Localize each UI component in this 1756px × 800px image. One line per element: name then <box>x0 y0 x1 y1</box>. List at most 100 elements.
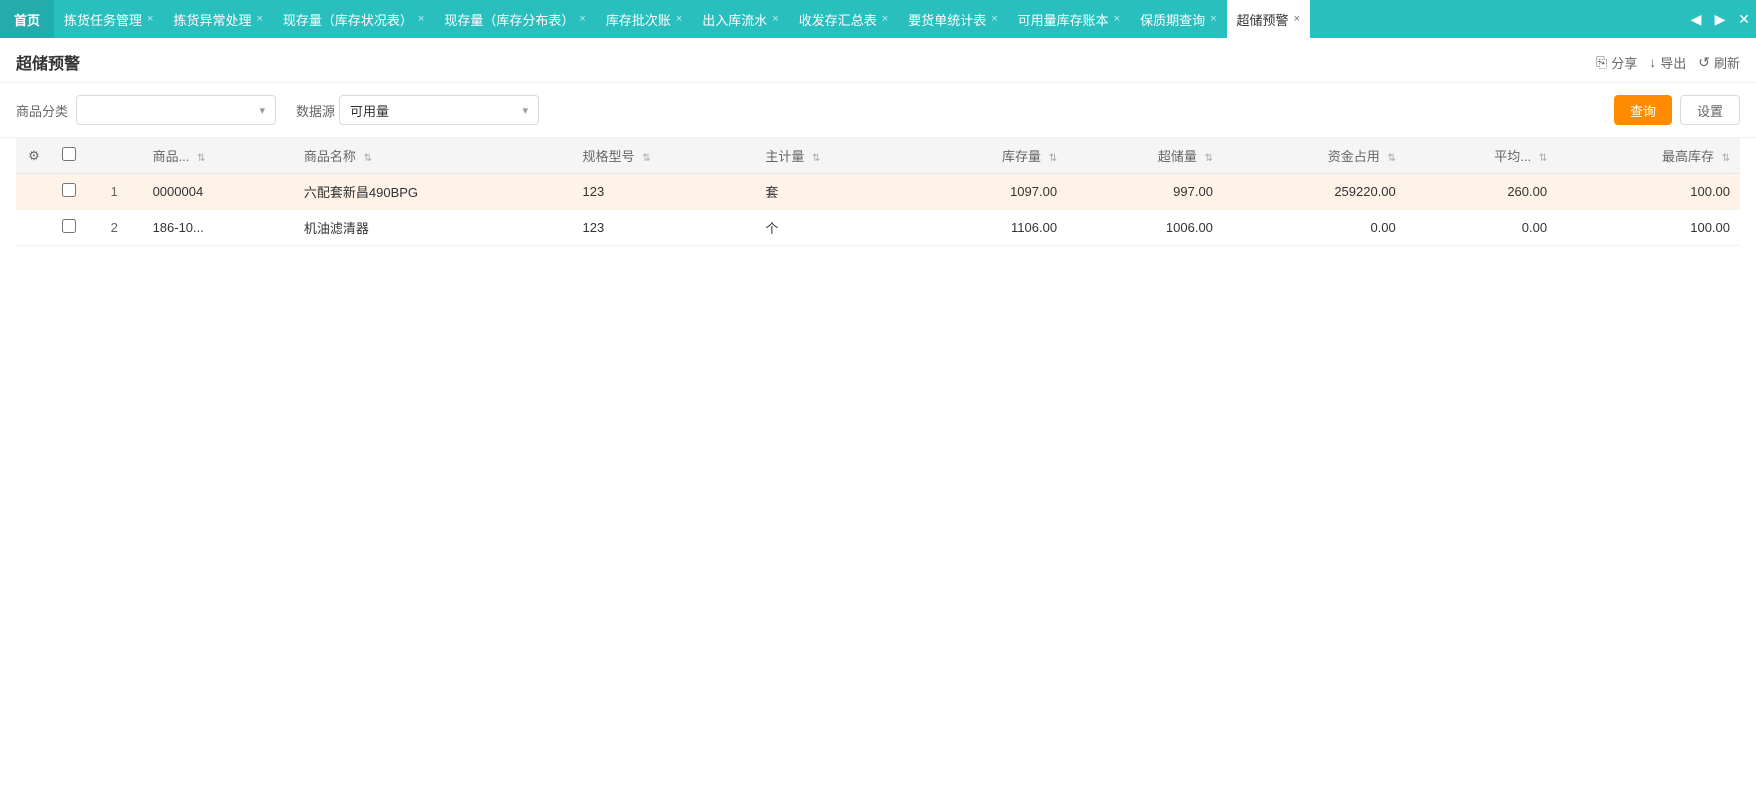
row-overstock: 1006.00 <box>1067 210 1223 246</box>
tab-batch-close[interactable]: × <box>676 13 682 25</box>
table-row: 1 0000004 六配套新昌490BPG 123 套 1097.00 997.… <box>16 174 1740 210</box>
page-content: 超储预警 ⎘ 分享 ↓ 导出 ↺ 刷新 商品分类 ▾ 数据源 <box>0 38 1756 800</box>
refresh-icon: ↺ <box>1698 54 1710 71</box>
settings-button[interactable]: 设置 <box>1680 95 1740 125</box>
row-checkbox[interactable] <box>62 183 76 197</box>
datasource-select-arrow-icon: ▾ <box>523 104 529 117</box>
table-container: ⚙ 商品... ⇅ 商品名称 ⇅ 规格型号 <box>0 138 1756 246</box>
col-product-name-header[interactable]: 商品名称 ⇅ <box>294 138 573 174</box>
query-button[interactable]: 查询 <box>1614 95 1672 125</box>
row-gear-cell <box>16 210 52 246</box>
sort-unit-icon: ⇅ <box>812 153 820 164</box>
category-select-arrow-icon: ▾ <box>259 104 265 117</box>
tab-requisition-close[interactable]: × <box>991 13 997 25</box>
col-stock-header[interactable]: 库存量 ⇅ <box>911 138 1067 174</box>
nav-close-all-button[interactable]: ✕ <box>1732 0 1756 38</box>
sort-product-code-icon: ⇅ <box>197 153 205 164</box>
row-checkbox-cell[interactable] <box>52 174 86 210</box>
tab-batch[interactable]: 库存批次账 × <box>596 0 692 38</box>
tab-warranty[interactable]: 保质期查询 × <box>1130 0 1226 38</box>
export-button[interactable]: ↓ 导出 <box>1649 53 1686 72</box>
tab-flow[interactable]: 出入库流水 × <box>692 0 788 38</box>
row-product-code: 0000004 <box>143 174 294 210</box>
datasource-value: 可用量 <box>350 101 389 120</box>
col-product-code-header[interactable]: 商品... ⇅ <box>143 138 294 174</box>
filter-bar: 商品分类 ▾ 数据源 可用量 ▾ 查询 设置 <box>0 83 1756 138</box>
page-header: 超储预警 ⎘ 分享 ↓ 导出 ↺ 刷新 <box>0 38 1756 83</box>
gear-icon: ⚙ <box>28 148 40 163</box>
nav-next-button[interactable]: ▶ <box>1708 0 1732 38</box>
tab-flow-close[interactable]: × <box>772 13 778 25</box>
col-rownum-header <box>86 138 143 174</box>
category-label: 商品分类 <box>16 101 68 120</box>
select-all-checkbox[interactable] <box>62 147 76 161</box>
refresh-button[interactable]: ↺ 刷新 <box>1698 53 1740 72</box>
header-actions: ⎘ 分享 ↓ 导出 ↺ 刷新 <box>1596 53 1740 72</box>
export-icon: ↓ <box>1649 54 1656 70</box>
tab-requisition[interactable]: 要货单统计表 × <box>898 0 1007 38</box>
row-checkbox[interactable] <box>62 219 76 233</box>
row-number: 2 <box>86 210 143 246</box>
nav-prev-button[interactable]: ◀ <box>1684 0 1708 38</box>
table-body: 1 0000004 六配套新昌490BPG 123 套 1097.00 997.… <box>16 174 1740 246</box>
col-avg-header[interactable]: 平均... ⇅ <box>1406 138 1557 174</box>
tab-picking-abnormal-close[interactable]: × <box>256 13 262 25</box>
row-overstock: 997.00 <box>1067 174 1223 210</box>
tab-collect[interactable]: 收发存汇总表 × <box>789 0 898 38</box>
col-capital-header[interactable]: 资金占用 ⇅ <box>1223 138 1406 174</box>
nav-arrows: ◀ ▶ ✕ <box>1684 0 1756 38</box>
col-overstock-header[interactable]: 超储量 ⇅ <box>1067 138 1223 174</box>
sort-stock-icon: ⇅ <box>1049 153 1057 164</box>
col-checkbox-header[interactable] <box>52 138 86 174</box>
tab-inventory-status[interactable]: 现存量（库存状况表） × <box>273 0 434 38</box>
tab-picking-abnormal[interactable]: 拣货异常处理 × <box>163 0 272 38</box>
sort-product-name-icon: ⇅ <box>364 153 372 164</box>
row-checkbox-cell[interactable] <box>52 210 86 246</box>
row-product-code: 186-10... <box>143 210 294 246</box>
tab-overstock-close[interactable]: × <box>1294 13 1300 25</box>
share-button[interactable]: ⎘ 分享 <box>1596 53 1637 72</box>
tab-overstock[interactable]: 超储预警 × <box>1227 0 1310 38</box>
sort-avg-icon: ⇅ <box>1539 153 1547 164</box>
row-product-name: 六配套新昌490BPG <box>294 174 573 210</box>
sort-capital-icon: ⇅ <box>1387 153 1395 164</box>
sort-max-stock-icon: ⇅ <box>1722 153 1730 164</box>
row-spec: 123 <box>573 174 756 210</box>
tab-available[interactable]: 可用量库存账本 × <box>1008 0 1130 38</box>
tab-inventory-dist[interactable]: 现存量（库存分布表） × <box>434 0 595 38</box>
row-spec: 123 <box>573 210 756 246</box>
row-stock: 1106.00 <box>911 210 1067 246</box>
tab-inventory-dist-close[interactable]: × <box>579 13 585 25</box>
row-gear-cell <box>16 174 52 210</box>
row-max-stock: 100.00 <box>1557 210 1740 246</box>
row-avg: 0.00 <box>1406 210 1557 246</box>
share-icon: ⎘ <box>1596 54 1607 71</box>
row-avg: 260.00 <box>1406 174 1557 210</box>
tab-warranty-close[interactable]: × <box>1210 13 1216 25</box>
tab-available-close[interactable]: × <box>1114 13 1120 25</box>
row-capital: 259220.00 <box>1223 174 1406 210</box>
tab-picking[interactable]: 拣货任务管理 × <box>54 0 163 38</box>
category-select[interactable]: ▾ <box>76 95 276 125</box>
tab-inventory-status-close[interactable]: × <box>418 13 424 25</box>
datasource-select[interactable]: 可用量 ▾ <box>339 95 539 125</box>
tab-picking-close[interactable]: × <box>147 13 153 25</box>
col-max-stock-header[interactable]: 最高库存 ⇅ <box>1557 138 1740 174</box>
nav-home[interactable]: 首页 <box>0 0 54 38</box>
category-filter-group: 商品分类 ▾ <box>16 95 276 125</box>
row-unit: 个 <box>755 210 911 246</box>
datasource-label: 数据源 <box>296 101 335 120</box>
data-table: ⚙ 商品... ⇅ 商品名称 ⇅ 规格型号 <box>16 138 1740 246</box>
col-unit-header[interactable]: 主计量 ⇅ <box>755 138 911 174</box>
row-max-stock: 100.00 <box>1557 174 1740 210</box>
tab-collect-close[interactable]: × <box>882 13 888 25</box>
filter-actions: 查询 设置 <box>1614 95 1740 125</box>
col-gear-header[interactable]: ⚙ <box>16 138 52 174</box>
datasource-group: 数据源 可用量 ▾ <box>296 95 539 125</box>
sort-spec-icon: ⇅ <box>642 153 650 164</box>
row-number: 1 <box>86 174 143 210</box>
row-capital: 0.00 <box>1223 210 1406 246</box>
table-header-row: ⚙ 商品... ⇅ 商品名称 ⇅ 规格型号 <box>16 138 1740 174</box>
col-spec-header[interactable]: 规格型号 ⇅ <box>573 138 756 174</box>
row-product-name: 机油滤清器 <box>294 210 573 246</box>
